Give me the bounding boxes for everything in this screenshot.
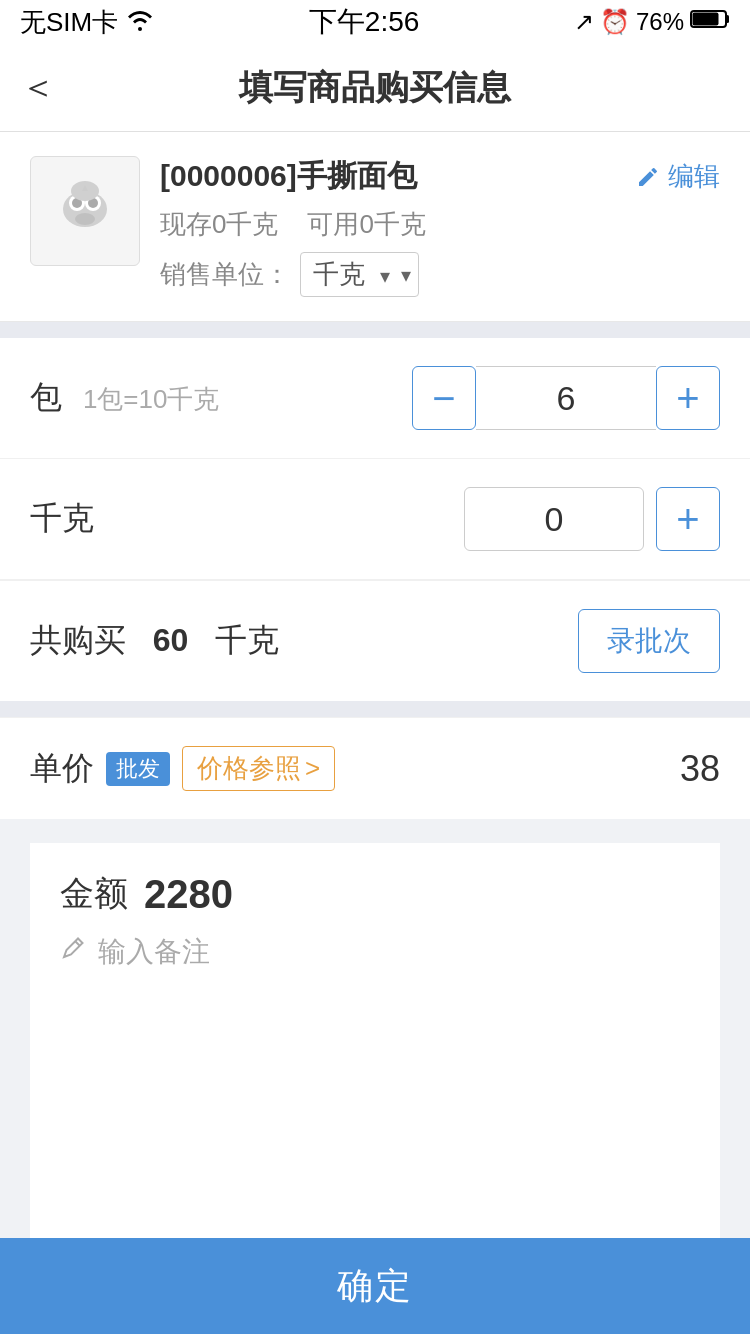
status-right: ↗ ⏰ 76% [574, 8, 730, 36]
record-batch-button[interactable]: 录批次 [578, 609, 720, 673]
kg-row: 千克 + [0, 459, 750, 580]
kg-input[interactable] [464, 487, 644, 551]
total-amount: 60 [153, 622, 189, 658]
time-label: 下午2:56 [309, 3, 420, 41]
package-row: 包 1包=10千克 − + [0, 338, 750, 459]
total-text: 共购买 60 千克 [30, 619, 279, 663]
amount-content: 金额 2280 输入备注 [30, 843, 720, 1281]
price-section: 单价 批发 价格参照 > 38 [0, 717, 750, 819]
package-label: 包 [30, 379, 62, 415]
package-input[interactable] [476, 366, 656, 430]
amount-label: 金额 [60, 871, 128, 917]
batch-badge: 批发 [106, 752, 170, 786]
unit-value: 千克 [313, 259, 365, 289]
amount-row: 金额 2280 [60, 871, 690, 917]
wifi-icon [126, 7, 154, 38]
plus-icon: + [676, 376, 699, 421]
product-card: [0000006]手撕面包 编辑 现存0千克 可用0千克 销售单位： 千克 ▾ [0, 132, 750, 322]
available-label: 可用0千克 [307, 209, 425, 239]
amount-section: 金额 2280 输入备注 [0, 819, 750, 1291]
unit-select-wrap[interactable]: 千克 ▾ [300, 252, 419, 297]
page-title: 填写商品购买信息 [239, 65, 511, 111]
separator-2 [0, 701, 750, 717]
product-stock: 现存0千克 可用0千克 [160, 207, 720, 242]
product-unit-row: 销售单位： 千克 ▾ [160, 252, 720, 297]
product-owl-icon [50, 171, 120, 252]
price-label: 单价 [30, 747, 94, 791]
unit-select[interactable]: 千克 ▾ [300, 252, 419, 297]
note-row[interactable]: 输入备注 [60, 933, 690, 971]
package-label-area: 包 1包=10千克 [30, 376, 412, 420]
price-value: 38 [680, 748, 720, 790]
package-minus-button[interactable]: − [412, 366, 476, 430]
nav-bar: ＜ 填写商品购买信息 [0, 44, 750, 132]
unit-prefix-label: 销售单位： [160, 257, 290, 292]
battery-icon [690, 8, 730, 36]
total-suffix: 千克 [215, 622, 279, 658]
confirm-button[interactable]: 确定 [0, 1238, 750, 1334]
svg-point-10 [75, 213, 95, 225]
status-bar: 无SIM卡 下午2:56 ↗ ⏰ 76% [0, 0, 750, 44]
product-image [30, 156, 140, 266]
separator-1 [0, 322, 750, 338]
product-name-row: [0000006]手撕面包 编辑 [160, 156, 720, 197]
input-section: 包 1包=10千克 − + 千克 + [0, 338, 750, 580]
total-row: 共购买 60 千克 录批次 [0, 580, 750, 701]
kg-plus-button[interactable]: + [656, 487, 720, 551]
kg-label: 千克 [30, 497, 464, 541]
package-hint: 1包=10千克 [83, 384, 220, 414]
package-plus-button[interactable]: + [656, 366, 720, 430]
edit-button[interactable]: 编辑 [636, 159, 720, 194]
price-ref-label: 价格参照 [197, 751, 301, 786]
carrier-label: 无SIM卡 [20, 5, 118, 40]
battery-label: 76% [636, 8, 684, 36]
svg-rect-2 [693, 13, 719, 26]
alarm-icon: ⏰ [600, 8, 630, 36]
total-prefix: 共购买 [30, 622, 126, 658]
kg-stepper: + [464, 487, 720, 551]
status-left: 无SIM卡 [20, 5, 154, 40]
product-name: [0000006]手撕面包 [160, 156, 417, 197]
location-icon: ↗ [574, 8, 594, 36]
empty-space [60, 971, 690, 1271]
svg-rect-1 [726, 15, 729, 23]
price-ref-button[interactable]: 价格参照 > [182, 746, 335, 791]
kg-plus-icon: + [676, 497, 699, 542]
pencil-icon [60, 935, 88, 970]
product-info: [0000006]手撕面包 编辑 现存0千克 可用0千克 销售单位： 千克 ▾ [160, 156, 720, 297]
main-content: [0000006]手撕面包 编辑 现存0千克 可用0千克 销售单位： 千克 ▾ [0, 132, 750, 1334]
price-label-area: 单价 批发 价格参照 > [30, 746, 335, 791]
stock-label: 现存0千克 [160, 209, 278, 239]
back-button[interactable]: ＜ [20, 63, 56, 112]
price-ref-arrow: > [305, 753, 320, 784]
edit-label: 编辑 [668, 159, 720, 194]
minus-icon: − [432, 376, 455, 421]
note-placeholder[interactable]: 输入备注 [98, 933, 210, 971]
amount-value: 2280 [144, 872, 233, 917]
package-stepper: − + [412, 366, 720, 430]
